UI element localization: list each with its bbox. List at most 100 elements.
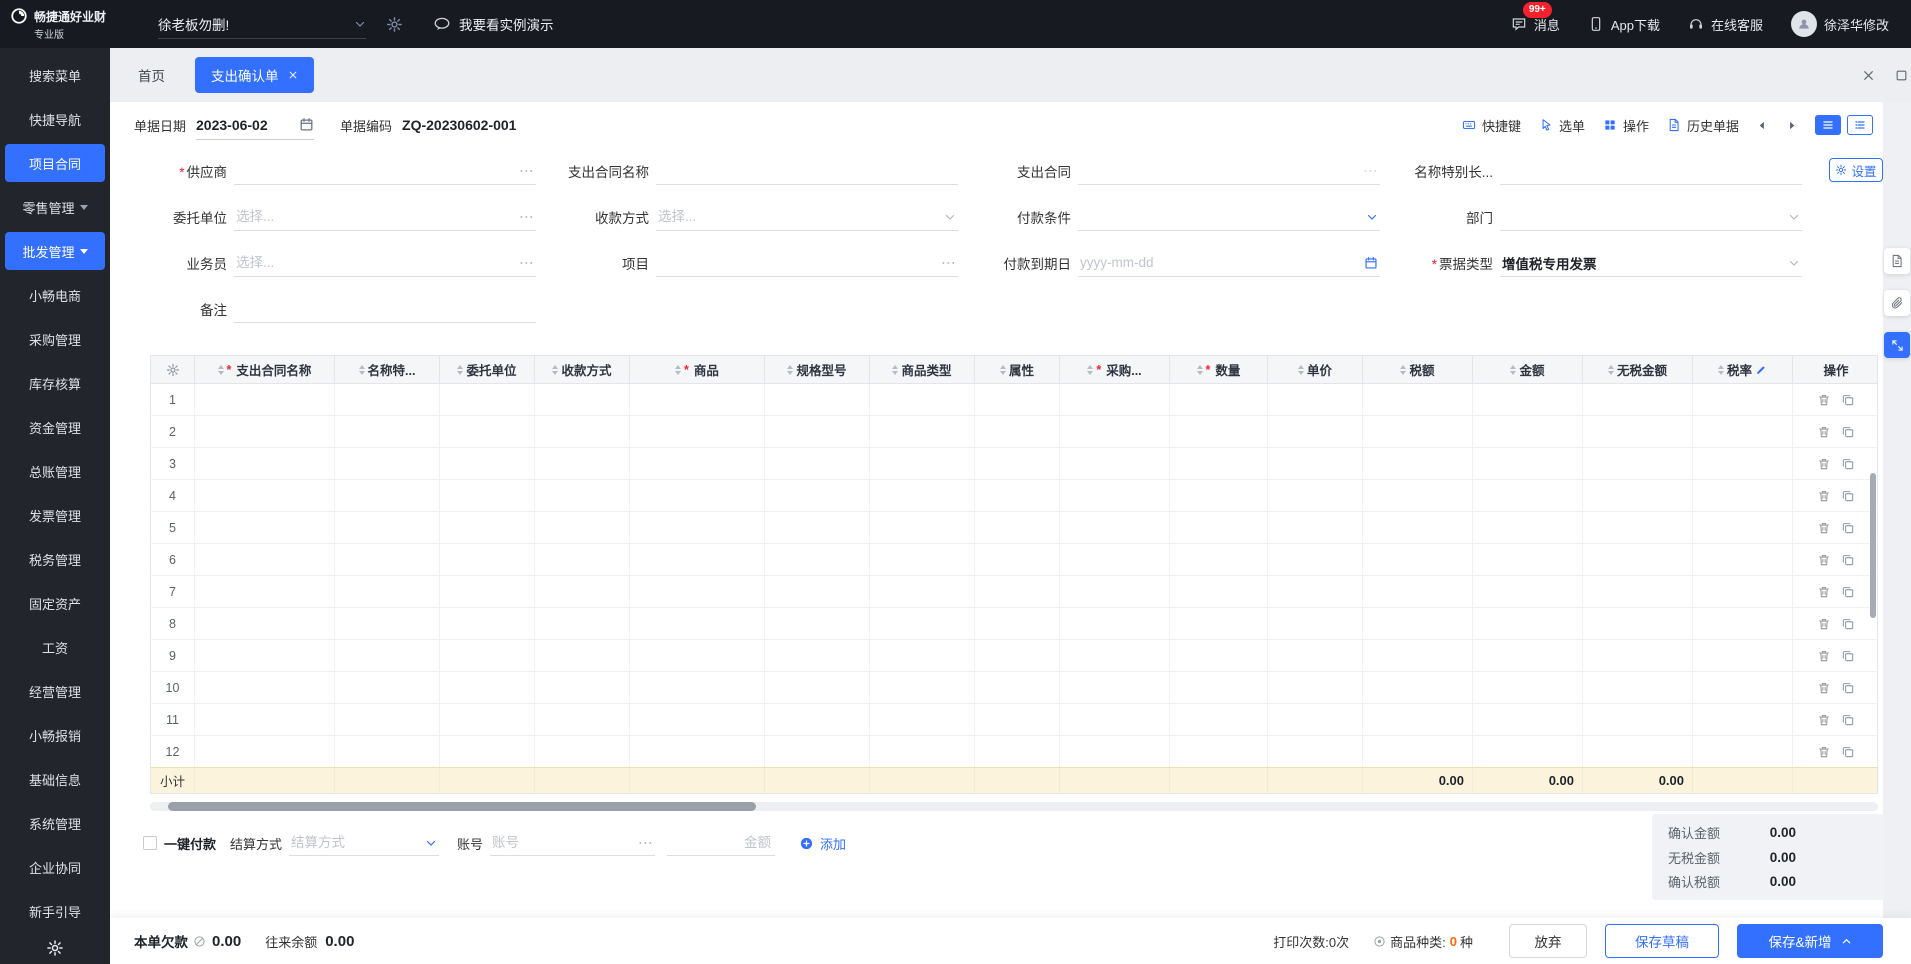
topbar-gear-icon[interactable] xyxy=(386,16,403,33)
grid-cell[interactable] xyxy=(1268,608,1363,639)
grid-cell[interactable] xyxy=(975,672,1060,703)
grid-cell[interactable] xyxy=(630,576,765,607)
copy-row-icon[interactable] xyxy=(1841,585,1855,599)
grid-cell[interactable] xyxy=(975,448,1060,479)
grid-cell[interactable] xyxy=(335,544,440,575)
grid-column-header[interactable]: 税率 xyxy=(1693,356,1793,383)
delete-row-icon[interactable] xyxy=(1817,553,1831,567)
grid-cell[interactable] xyxy=(1473,672,1583,703)
grid-cell[interactable] xyxy=(1473,544,1583,575)
grid-column-header[interactable]: 收款方式 xyxy=(535,356,630,383)
row-number-cell[interactable]: 7 xyxy=(151,576,195,607)
grid-column-header[interactable]: 商品类型 xyxy=(870,356,975,383)
salesperson-input[interactable] xyxy=(234,249,536,276)
settle-select[interactable] xyxy=(289,830,440,856)
copy-row-icon[interactable] xyxy=(1841,393,1855,407)
user-menu[interactable]: 徐泽华修改 xyxy=(1790,11,1889,37)
grid-cell[interactable] xyxy=(440,576,535,607)
grid-row-3[interactable]: 3 xyxy=(150,447,1878,479)
grid-cell[interactable] xyxy=(1693,544,1793,575)
copy-row-icon[interactable] xyxy=(1841,681,1855,695)
contract-name-field[interactable] xyxy=(656,157,958,185)
grid-cell[interactable] xyxy=(630,512,765,543)
grid-cell[interactable] xyxy=(1583,384,1693,415)
grid-cell[interactable] xyxy=(195,736,335,767)
online-service-button[interactable]: 在线客服 xyxy=(1688,15,1763,34)
sort-icon[interactable] xyxy=(1297,364,1304,375)
sort-icon[interactable] xyxy=(1607,364,1614,375)
actions-button[interactable]: 操作 xyxy=(1603,116,1649,135)
grid-cell[interactable] xyxy=(440,480,535,511)
grid-cell[interactable] xyxy=(1060,544,1170,575)
grid-cell[interactable] xyxy=(535,704,630,735)
client-unit-field[interactable]: ⋯ xyxy=(234,203,536,231)
tab-expense-confirm[interactable]: 支出确认单 xyxy=(195,57,314,93)
grid-cell[interactable] xyxy=(335,480,440,511)
grid-cell[interactable] xyxy=(335,608,440,639)
grid-cell[interactable] xyxy=(975,640,1060,671)
grid-cell[interactable] xyxy=(1170,544,1268,575)
ellipsis-icon[interactable]: ⋯ xyxy=(519,209,534,224)
grid-cell[interactable] xyxy=(195,672,335,703)
grid-cell[interactable] xyxy=(1363,448,1473,479)
grid-cell[interactable] xyxy=(765,544,870,575)
close-tab-icon[interactable] xyxy=(288,70,298,80)
department-field[interactable] xyxy=(1500,203,1802,231)
grid-cell[interactable] xyxy=(195,384,335,415)
grid-cell[interactable] xyxy=(440,416,535,447)
copy-row-icon[interactable] xyxy=(1841,553,1855,567)
copy-row-icon[interactable] xyxy=(1841,521,1855,535)
grid-cell[interactable] xyxy=(1473,448,1583,479)
attachment-button[interactable] xyxy=(1884,290,1910,316)
grid-cell[interactable] xyxy=(870,480,975,511)
grid-column-header[interactable]: 操作 xyxy=(1793,356,1879,383)
grid-cell[interactable] xyxy=(1268,480,1363,511)
grid-cell[interactable] xyxy=(975,608,1060,639)
grid-cell[interactable] xyxy=(1693,672,1793,703)
grid-cell[interactable] xyxy=(1363,416,1473,447)
grid-cell[interactable] xyxy=(975,512,1060,543)
delete-row-icon[interactable] xyxy=(1817,649,1831,663)
grid-cell[interactable] xyxy=(1170,384,1268,415)
delete-row-icon[interactable] xyxy=(1817,425,1831,439)
grid-cell[interactable] xyxy=(765,704,870,735)
salesperson-field[interactable]: ⋯ xyxy=(234,249,536,277)
grid-cell[interactable] xyxy=(335,512,440,543)
quick-doc-button[interactable] xyxy=(1884,248,1910,274)
tab-home[interactable]: 首页 xyxy=(122,57,181,93)
grid-cell[interactable] xyxy=(1473,576,1583,607)
client-unit-input[interactable] xyxy=(234,203,536,230)
settings-button[interactable]: 设置 xyxy=(1829,158,1883,182)
sidebar-item-6[interactable]: 采购管理 xyxy=(0,317,110,361)
grid-cell[interactable] xyxy=(630,384,765,415)
sidebar-item-2[interactable]: 项目合同 xyxy=(5,144,105,182)
grid-cell[interactable] xyxy=(535,512,630,543)
grid-cell[interactable] xyxy=(335,448,440,479)
save-draft-button[interactable]: 保存草稿 xyxy=(1605,924,1719,958)
delete-row-icon[interactable] xyxy=(1817,393,1831,407)
sidebar-item-0[interactable]: 搜索菜单 xyxy=(0,53,110,97)
grid-cell[interactable] xyxy=(195,704,335,735)
sidebar-item-11[interactable]: 税务管理 xyxy=(0,537,110,581)
receipt-method-field[interactable] xyxy=(656,203,958,231)
grid-cell[interactable] xyxy=(1473,608,1583,639)
grid-cell[interactable] xyxy=(870,672,975,703)
copy-row-icon[interactable] xyxy=(1841,489,1855,503)
grid-cell[interactable] xyxy=(1268,384,1363,415)
ellipsis-icon[interactable]: ⋯ xyxy=(638,835,653,850)
grid-cell[interactable] xyxy=(1060,736,1170,767)
grid-row-7[interactable]: 7 xyxy=(150,575,1878,607)
grid-cell[interactable] xyxy=(535,672,630,703)
grid-cell[interactable] xyxy=(630,640,765,671)
delete-row-icon[interactable] xyxy=(1817,745,1831,759)
grid-cell[interactable] xyxy=(1473,480,1583,511)
grid-cell[interactable] xyxy=(335,704,440,735)
grid-cell[interactable] xyxy=(630,416,765,447)
amount-field[interactable] xyxy=(667,830,776,856)
grid-cell[interactable] xyxy=(1170,416,1268,447)
date-field[interactable]: 2023-06-02 xyxy=(196,110,315,140)
grid-cell[interactable] xyxy=(1473,640,1583,671)
grid-row-1[interactable]: 1 xyxy=(150,383,1878,415)
grid-cell[interactable] xyxy=(1693,448,1793,479)
grid-cell[interactable] xyxy=(535,608,630,639)
